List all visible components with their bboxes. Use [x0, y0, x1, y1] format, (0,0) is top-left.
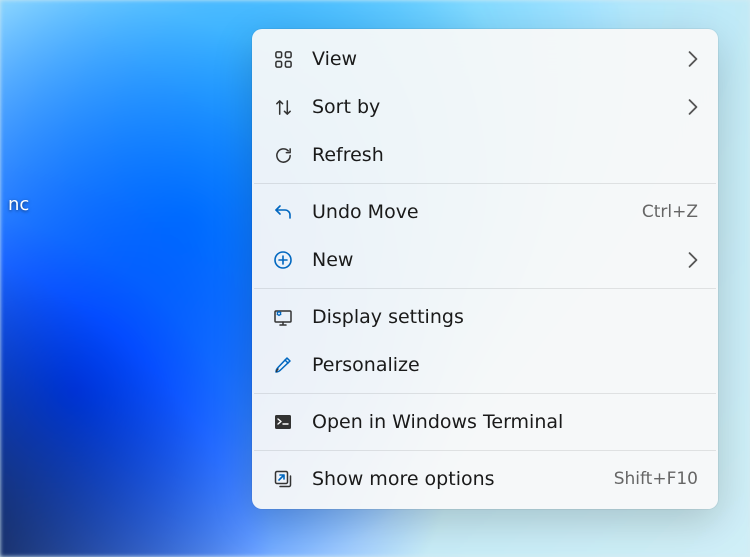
menu-item-label: View — [312, 50, 688, 69]
menu-item-label: Show more options — [312, 470, 614, 489]
menu-item-display-settings[interactable]: Display settings — [252, 293, 718, 341]
menu-separator — [254, 393, 716, 394]
menu-item-show-more-options[interactable]: Show more options Shift+F10 — [252, 455, 718, 503]
menu-item-label: Undo Move — [312, 203, 642, 222]
view-icon — [272, 48, 294, 70]
menu-item-open-terminal[interactable]: Open in Windows Terminal — [252, 398, 718, 446]
terminal-icon — [272, 411, 294, 433]
menu-item-hint: Ctrl+Z — [642, 202, 698, 222]
sort-icon — [272, 96, 294, 118]
undo-icon — [272, 201, 294, 223]
personalize-icon — [272, 354, 294, 376]
refresh-icon — [272, 144, 294, 166]
new-icon — [272, 249, 294, 271]
chevron-right-icon — [688, 99, 698, 115]
menu-item-view[interactable]: View — [252, 35, 718, 83]
menu-item-personalize[interactable]: Personalize — [252, 341, 718, 389]
menu-item-label: Personalize — [312, 356, 698, 375]
menu-item-hint: Shift+F10 — [614, 469, 698, 489]
desktop-context-menu: View Sort by Refresh — [252, 29, 718, 509]
menu-item-undo-move[interactable]: Undo Move Ctrl+Z — [252, 188, 718, 236]
menu-item-label: Refresh — [312, 146, 698, 165]
display-settings-icon — [272, 306, 294, 328]
menu-item-label: Sort by — [312, 98, 688, 117]
menu-item-label: New — [312, 251, 688, 270]
menu-item-refresh[interactable]: Refresh — [252, 131, 718, 179]
menu-separator — [254, 183, 716, 184]
desktop-icon-label[interactable]: nc — [8, 194, 29, 215]
menu-separator — [254, 288, 716, 289]
chevron-right-icon — [688, 252, 698, 268]
menu-item-new[interactable]: New — [252, 236, 718, 284]
menu-item-label: Display settings — [312, 308, 698, 327]
chevron-right-icon — [688, 51, 698, 67]
menu-item-label: Open in Windows Terminal — [312, 413, 698, 432]
show-more-icon — [272, 468, 294, 490]
menu-separator — [254, 450, 716, 451]
menu-item-sort-by[interactable]: Sort by — [252, 83, 718, 131]
